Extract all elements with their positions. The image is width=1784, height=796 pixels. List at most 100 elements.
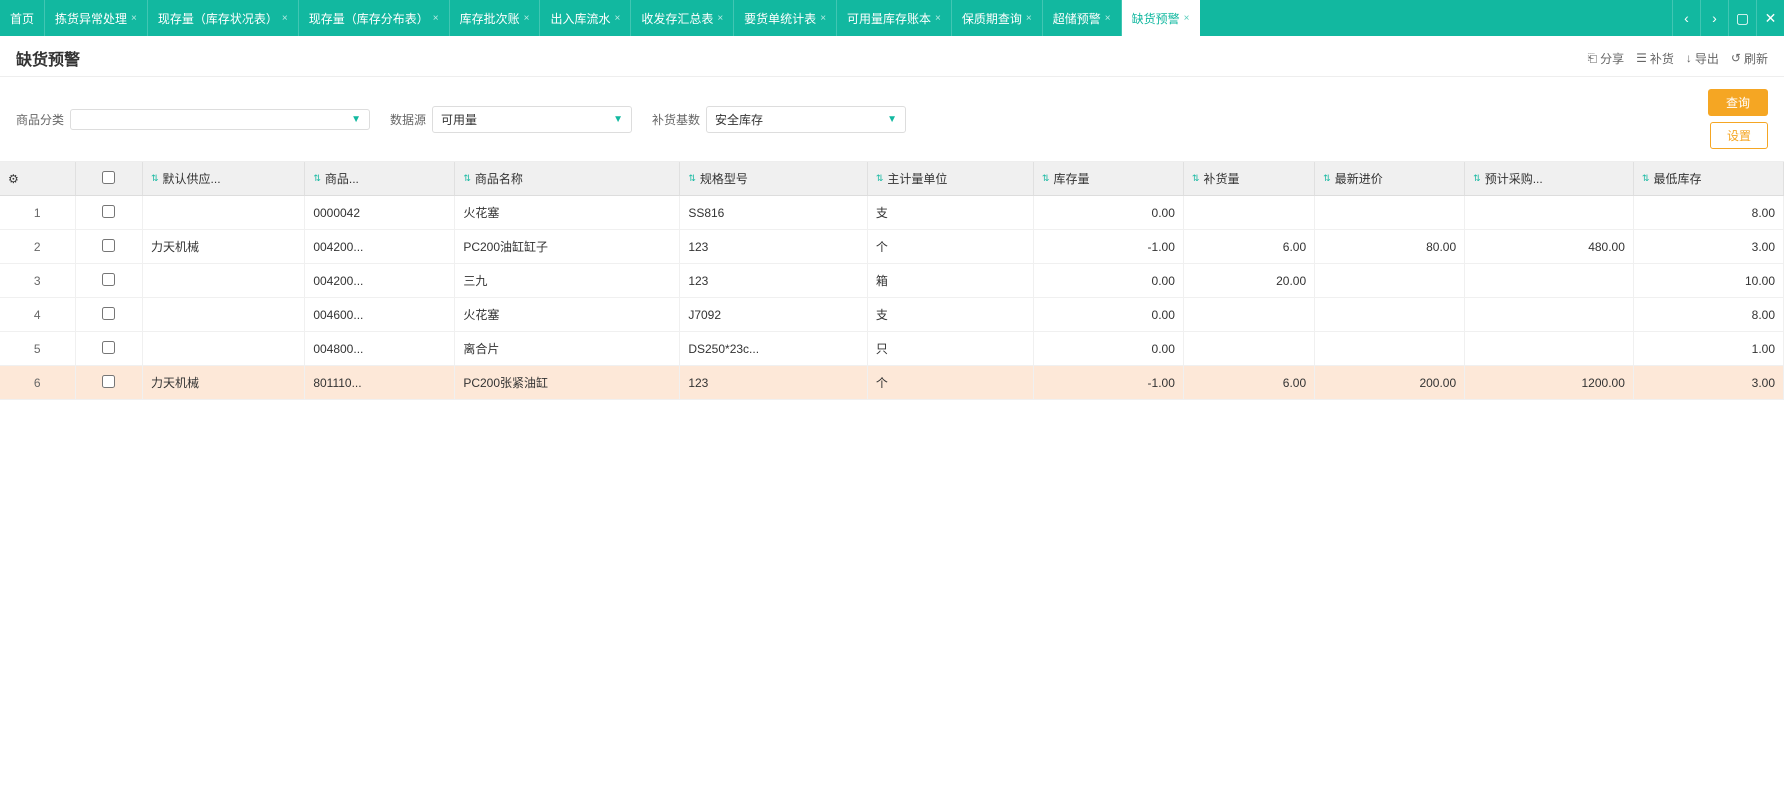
select-all-checkbox[interactable] [102,171,115,184]
tab-home[interactable]: 首页 [0,0,45,36]
name-cell: PC200张紧油缸 [455,366,680,400]
close-icon[interactable]: × [1026,13,1032,24]
tab-avail-ledger[interactable]: 可用量库存账本 × [837,0,952,36]
replenish-base-select[interactable]: 安全库存 ▼ [706,106,906,133]
supplier-column-header[interactable]: ⇅ 默认供应... [143,162,305,196]
stock-cell: -1.00 [1033,230,1183,264]
row-checkbox[interactable] [102,341,115,354]
close-window-button[interactable]: ✕ [1756,0,1784,36]
tab-stock-dist[interactable]: 现存量（库存分布表） × [299,0,450,36]
tab-overstock[interactable]: 超储预警 × [1043,0,1122,36]
est-purchase-column-header[interactable]: ⇅ 预计采购... [1465,162,1634,196]
close-icon[interactable]: × [614,13,620,24]
row-number: 5 [0,332,75,366]
row-checkbox[interactable] [102,375,115,388]
supplier-cell [143,298,305,332]
close-icon[interactable]: × [1105,13,1111,24]
close-icon[interactable]: × [820,13,826,24]
row-checkbox[interactable] [102,273,115,286]
stock-cell: 0.00 [1033,264,1183,298]
row-number: 4 [0,298,75,332]
unit-column-header[interactable]: ⇅ 主计量单位 [867,162,1033,196]
min-stock-cell: 1.00 [1633,332,1783,366]
row-checkbox[interactable] [102,239,115,252]
stock-header-label: 库存量 [1053,170,1089,187]
table-row[interactable]: 3 004200... 三九 123 箱 0.00 20.00 10.00 [0,264,1784,298]
est-purchase-cell [1465,332,1634,366]
name-column-header[interactable]: ⇅ 商品名称 [455,162,680,196]
row-checkbox-cell [75,332,143,366]
row-checkbox[interactable] [102,307,115,320]
row-number: 3 [0,264,75,298]
est-purchase-header-label: 预计采购... [1485,170,1543,187]
unit-cell: 只 [867,332,1033,366]
close-icon[interactable]: × [524,13,530,24]
replenish-cell [1183,332,1314,366]
export-button[interactable]: ↓ 导出 [1686,50,1719,67]
prev-tab-button[interactable]: ‹ [1672,0,1700,36]
replenish-cell: 6.00 [1183,366,1314,400]
latest-price-column-header[interactable]: ⇅ 最新进价 [1315,162,1465,196]
spec-cell: 123 [680,230,868,264]
row-checkbox-cell [75,298,143,332]
tab-order-stat[interactable]: 要货单统计表 × [734,0,837,36]
gear-column-header[interactable]: ⚙ [0,162,75,196]
tab-summary-label: 收发存汇总表 [641,10,713,27]
refresh-label: 刷新 [1744,50,1768,67]
share-button[interactable]: ⎗ 分享 [1588,50,1625,67]
tab-batch-account-label: 库存批次账 [460,10,520,27]
tab-shortage[interactable]: 缺货预警 × [1122,0,1201,36]
top-nav: 首页 拣货异常处理 × 现存量（库存状况表） × 现存量（库存分布表） × 库存… [0,0,1784,36]
close-icon[interactable]: × [717,13,723,24]
datasource-select[interactable]: 可用量 ▼ [432,106,632,133]
unit-cell: 支 [867,298,1033,332]
code-column-header[interactable]: ⇅ 商品... [305,162,455,196]
row-checkbox[interactable] [102,205,115,218]
table-row[interactable]: 5 004800... 离合片 DS250*23c... 只 0.00 1.00 [0,332,1784,366]
export-icon: ↓ [1686,51,1692,65]
min-stock-cell: 8.00 [1633,298,1783,332]
close-icon[interactable]: × [282,13,288,24]
close-icon[interactable]: × [433,13,439,24]
latest-price-cell: 80.00 [1315,230,1465,264]
code-cell: 004200... [305,264,455,298]
tab-expiry[interactable]: 保质期查询 × [952,0,1043,36]
stock-cell: 0.00 [1033,298,1183,332]
spec-column-header[interactable]: ⇅ 规格型号 [680,162,868,196]
replenish-button[interactable]: ☰ 补货 [1636,50,1674,67]
tab-summary[interactable]: 收发存汇总表 × [631,0,734,36]
close-icon[interactable]: × [935,13,941,24]
refresh-button[interactable]: ↺ 刷新 [1731,50,1768,67]
datasource-filter-label: 数据源 [390,111,426,128]
code-cell: 0000042 [305,196,455,230]
table-row[interactable]: 4 004600... 火花塞 J7092 支 0.00 8.00 [0,298,1784,332]
export-label: 导出 [1695,50,1719,67]
tab-stock-status[interactable]: 现存量（库存状况表） × [148,0,299,36]
category-select[interactable]: ▼ [70,109,370,130]
spec-cell: DS250*23c... [680,332,868,366]
latest-price-cell [1315,298,1465,332]
stock-column-header[interactable]: ⇅ 库存量 [1033,162,1183,196]
restore-window-button[interactable]: ▢ [1728,0,1756,36]
tab-batch-account[interactable]: 库存批次账 × [450,0,541,36]
tab-expiry-label: 保质期查询 [962,10,1022,27]
replenish-cell: 20.00 [1183,264,1314,298]
row-checkbox-cell [75,366,143,400]
refresh-icon: ↺ [1731,51,1741,65]
close-icon[interactable]: × [1184,13,1190,24]
tab-flow[interactable]: 出入库流水 × [540,0,631,36]
table-row[interactable]: 2 力天机械 004200... PC200油缸缸子 123 个 -1.00 6… [0,230,1784,264]
tab-picking[interactable]: 拣货异常处理 × [45,0,148,36]
setting-button[interactable]: 设置 [1710,122,1768,149]
min-stock-column-header[interactable]: ⇅ 最低库存 [1633,162,1783,196]
query-button[interactable]: 查询 [1708,89,1768,116]
table-row[interactable]: 6 力天机械 801110... PC200张紧油缸 123 个 -1.00 6… [0,366,1784,400]
sort-icon: ⇅ [1192,173,1200,184]
replenish-column-header[interactable]: ⇅ 补货量 [1183,162,1314,196]
min-stock-cell: 10.00 [1633,264,1783,298]
tab-stock-dist-label: 现存量（库存分布表） [309,10,429,27]
unit-cell: 个 [867,230,1033,264]
close-icon[interactable]: × [131,13,137,24]
table-row[interactable]: 1 0000042 火花塞 SS816 支 0.00 8.00 [0,196,1784,230]
next-tab-button[interactable]: › [1700,0,1728,36]
